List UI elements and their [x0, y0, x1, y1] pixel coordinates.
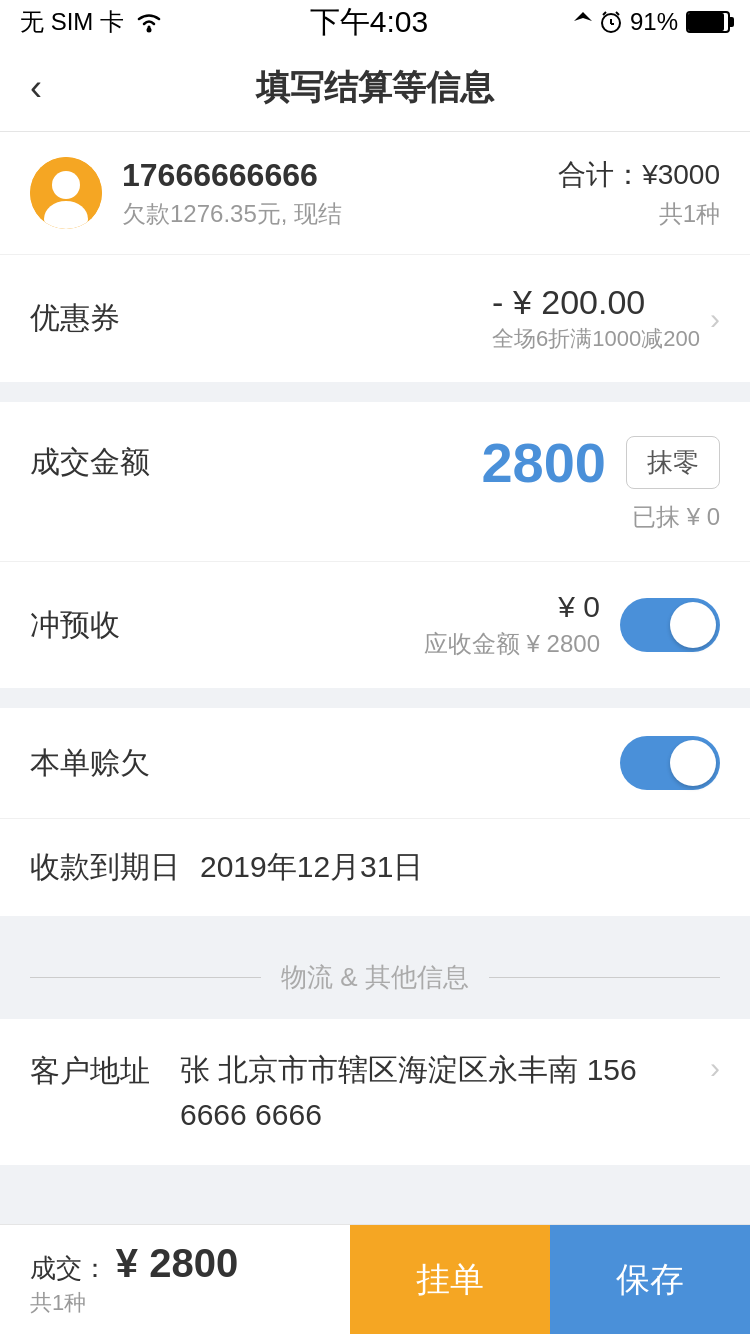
- pending-button[interactable]: 挂单: [350, 1225, 550, 1335]
- status-bar: 无 SIM 卡 下午4:03 91%: [0, 0, 750, 44]
- save-button[interactable]: 保存: [550, 1225, 750, 1335]
- total-label: 合计：¥3000: [558, 156, 720, 194]
- coupon-right: - ¥ 200.00 全场6折满1000减200 ›: [492, 283, 720, 354]
- section-divider-2: [0, 688, 750, 708]
- amount-value: 2800: [481, 430, 606, 495]
- avatar: [30, 157, 102, 229]
- status-bar-right: 91%: [574, 8, 730, 36]
- svg-marker-1: [574, 12, 592, 21]
- address-label: 客户地址: [30, 1051, 150, 1092]
- no-sim-text: 无 SIM 卡: [20, 6, 124, 38]
- due-date-row: 收款到期日 2019年12月31日: [0, 818, 750, 916]
- svg-point-0: [147, 28, 152, 33]
- wifi-icon: [134, 11, 164, 33]
- section-divider-3: [0, 916, 750, 936]
- advance-sub-text: 应收金额 ¥ 2800: [424, 628, 600, 660]
- logistics-text: 物流 & 其他信息: [281, 960, 469, 995]
- coupon-row[interactable]: 优惠券 - ¥ 200.00 全场6折满1000减200 ›: [0, 254, 750, 382]
- credit-toggle-knob: [670, 740, 716, 786]
- status-bar-left: 无 SIM 卡: [20, 6, 164, 38]
- bottom-bar: 成交： ¥ 2800 共1种 挂单 保存: [0, 1224, 750, 1334]
- user-info-details: 17666666666 欠款1276.35元, 现结: [122, 157, 342, 230]
- section-divider-1: [0, 382, 750, 402]
- location-icon: [574, 11, 592, 33]
- svg-line-6: [616, 12, 619, 15]
- battery-percent: 91%: [630, 8, 678, 36]
- credit-label: 本单赊欠: [30, 743, 150, 784]
- advance-value: ¥ 0: [424, 590, 600, 624]
- back-button[interactable]: ‹: [30, 67, 42, 109]
- user-info-left: 17666666666 欠款1276.35元, 现结: [30, 157, 342, 230]
- user-info-right: 合计：¥3000 共1种: [558, 156, 720, 230]
- round-zero-button[interactable]: 抹零: [626, 436, 720, 489]
- navbar: ‹ 填写结算等信息: [0, 44, 750, 132]
- address-chevron-right-icon: ›: [710, 1051, 720, 1085]
- coupon-discount: - ¥ 200.00: [492, 283, 700, 322]
- bottom-total-sub: 共1种: [30, 1288, 320, 1318]
- advance-label: 冲预收: [30, 605, 120, 646]
- user-info-row: 17666666666 欠款1276.35元, 现结 合计：¥3000 共1种: [0, 132, 750, 254]
- battery-icon: [686, 11, 730, 33]
- svg-line-5: [603, 12, 606, 15]
- due-date-label: 收款到期日: [30, 847, 180, 888]
- amount-label: 成交金额: [30, 442, 150, 483]
- advance-value-group: ¥ 0 应收金额 ¥ 2800: [424, 590, 600, 660]
- user-phone: 17666666666: [122, 157, 342, 194]
- address-row[interactable]: 客户地址 张 北京市市辖区海淀区永丰南 156 6666 6666 ›: [0, 1019, 750, 1165]
- user-sub-text: 欠款1276.35元, 现结: [122, 198, 342, 230]
- status-bar-time: 下午4:03: [310, 2, 428, 43]
- logistics-divider: 物流 & 其他信息: [0, 936, 750, 1019]
- advance-row: 冲预收 ¥ 0 应收金额 ¥ 2800: [0, 561, 750, 688]
- amount-section: 成交金额 2800 抹零 已抹 ¥ 0: [0, 402, 750, 561]
- amount-sub-text: 已抹 ¥ 0: [30, 501, 720, 533]
- amount-value-group: 2800 抹零: [481, 430, 720, 495]
- page-title: 填写结算等信息: [256, 65, 494, 111]
- logistics-line-left: [30, 977, 261, 978]
- svg-point-8: [52, 171, 80, 199]
- chevron-right-icon: ›: [710, 302, 720, 336]
- amount-row: 成交金额 2800 抹零: [30, 430, 720, 495]
- due-date-value: 2019年12月31日: [200, 847, 423, 888]
- advance-right: ¥ 0 应收金额 ¥ 2800: [424, 590, 720, 660]
- content: 17666666666 欠款1276.35元, 现结 合计：¥3000 共1种 …: [0, 132, 750, 1334]
- coupon-desc: 全场6折满1000减200: [492, 324, 700, 354]
- alarm-icon: [600, 11, 622, 33]
- total-count: 共1种: [558, 198, 720, 230]
- avatar-icon: [30, 157, 102, 229]
- address-value: 张 北京市市辖区海淀区永丰南 156 6666 6666: [180, 1047, 700, 1137]
- credit-toggle[interactable]: [620, 736, 720, 790]
- coupon-label: 优惠券: [30, 298, 120, 339]
- logistics-line-right: [489, 977, 720, 978]
- toggle-knob: [670, 602, 716, 648]
- advance-toggle[interactable]: [620, 598, 720, 652]
- bottom-total-amount: ¥ 2800: [116, 1241, 238, 1285]
- bottom-total-label: 成交：: [30, 1253, 108, 1283]
- bottom-total: 成交： ¥ 2800 共1种: [0, 1241, 350, 1318]
- credit-row: 本单赊欠: [0, 708, 750, 818]
- user-info-section: 17666666666 欠款1276.35元, 现结 合计：¥3000 共1种 …: [0, 132, 750, 382]
